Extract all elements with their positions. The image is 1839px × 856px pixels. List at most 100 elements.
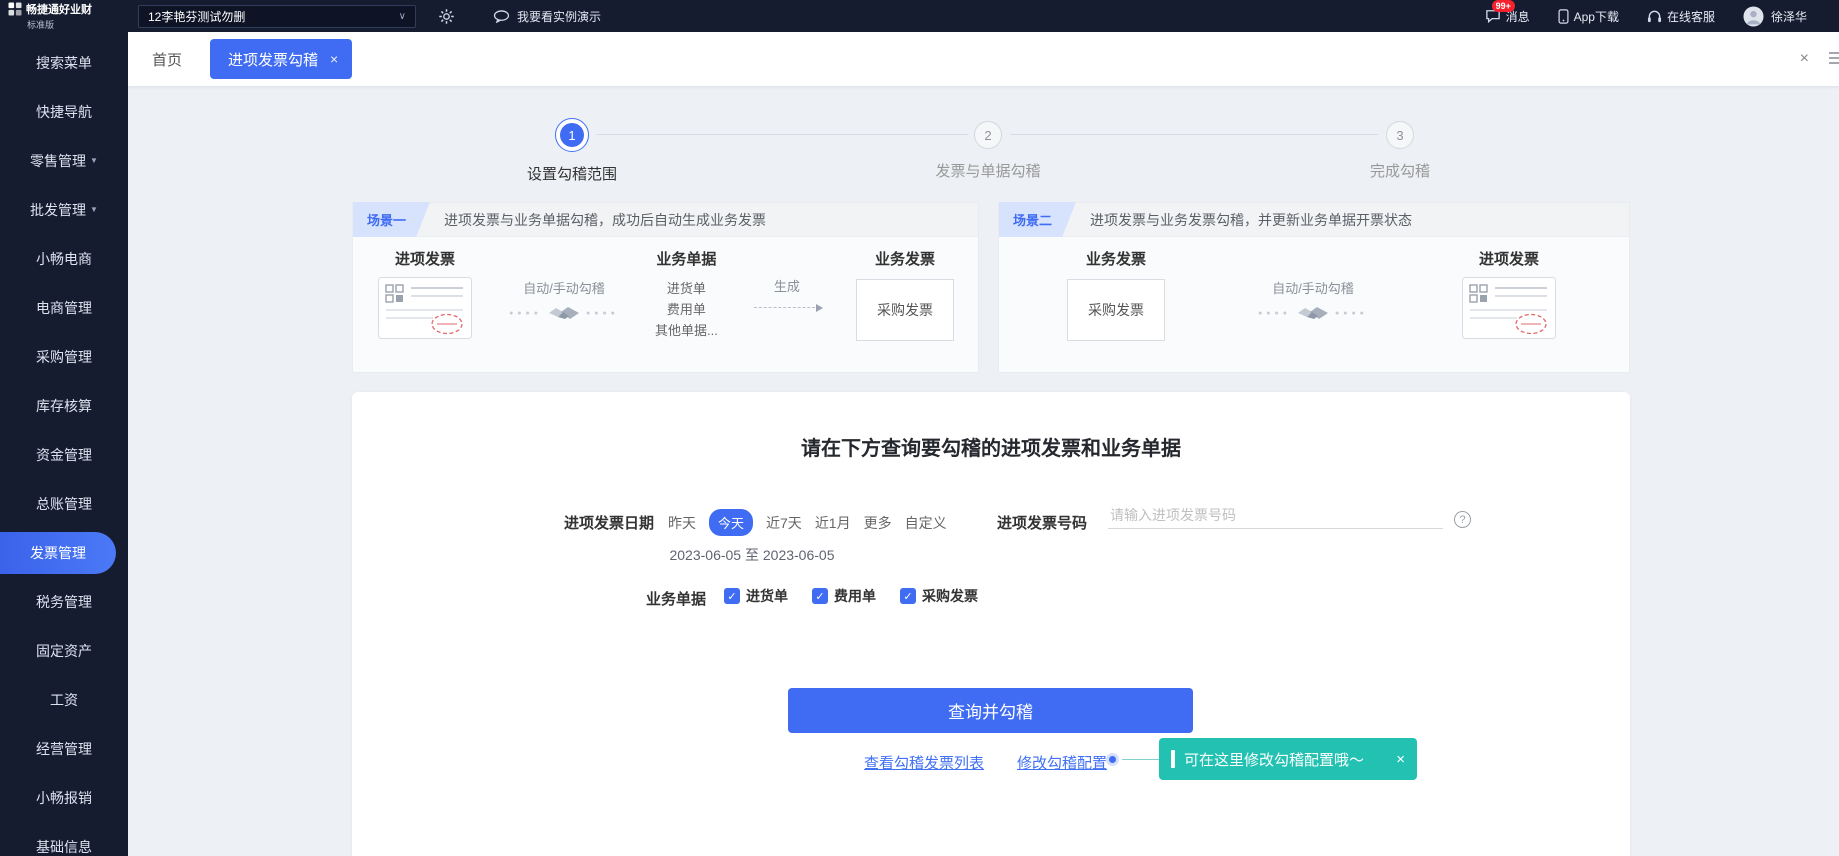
date-option-more[interactable]: 更多 [864,513,892,533]
sidebar-item-general-ledger[interactable]: 总账管理 [0,479,128,528]
sidebar-item-label: 经营管理 [36,740,92,757]
business-invoice-column: 业务发票 采购发票 [1067,248,1165,345]
settings-button[interactable] [438,8,455,25]
demo-link[interactable]: 我要看实例演示 [493,8,601,25]
date-option-last-month[interactable]: 近1月 [815,513,851,533]
sidebar-item-label: 采购管理 [36,348,92,365]
sidebar-item-label: 发票管理 [30,544,86,561]
scenario-2-header: 场景二 进项发票与业务发票勾稽，并更新业务单据开票状态 [999,202,1629,237]
sidebar-item-label: 资金管理 [36,446,92,463]
input-invoice-column: 进项发票 [1461,248,1557,345]
sidebar-item-label: 电商管理 [36,299,92,316]
scenario-1-body: 进项发票 自动/手动勾稽 ●●●● ●●●● 业务单据 进货单 费用单 其他单据… [353,237,978,345]
close-icon[interactable]: × [1800,50,1809,68]
invoice-number-input[interactable] [1108,502,1443,529]
sidebar-item-search-menu[interactable]: 搜索菜单 [0,38,128,87]
phone-icon [1558,8,1569,24]
help-icon[interactable]: ? [1454,511,1471,528]
close-icon[interactable]: × [330,51,338,67]
handshake-icon [1298,307,1328,319]
sidebar-item-wholesale[interactable]: 批发管理 ▼ [0,185,128,234]
step-3-finish: 3 完成勾稽 [1300,118,1500,181]
topbar-right: 99+ 消息 App下载 在线客服 徐泽华 [1485,0,1839,27]
app-download-button[interactable]: App下载 [1558,8,1619,25]
date-option-custom[interactable]: 自定义 [905,513,947,533]
tooltip-close-icon[interactable]: × [1396,751,1405,768]
tab-input-invoice-matching[interactable]: 进项发票勾稽 × [210,39,353,79]
sidebar-item-label: 库存核算 [36,397,92,414]
sidebar-item-xiaochang-estore[interactable]: 小畅电商 [0,234,128,283]
invoice-date-label: 进项发票日期 [563,515,654,532]
checkbox-purchase-order[interactable]: ✓ 进货单 [724,586,788,606]
sidebar-item-xiaochang-expense[interactable]: 小畅报销 [0,773,128,822]
sidebar-item-funds[interactable]: 资金管理 [0,430,128,479]
config-tooltip: 可在这里修改勾稽配置哦～ × [1159,738,1417,780]
handshake-icon [549,307,579,319]
sidebar-item-purchasing[interactable]: 采购管理 [0,332,128,381]
date-option-today-selected[interactable]: 今天 [709,509,754,536]
app-window: 畅捷通好业财 标准版 12李艳芬测试勿删 ∨ 我要看实例演示 99+ 消息 Ap… [0,0,1839,856]
sidebar-item-label: 小畅报销 [36,789,92,806]
checkbox-expense-order[interactable]: ✓ 费用单 [812,586,876,606]
view-matched-invoice-list-link[interactable]: 查看勾稽发票列表 [864,752,984,773]
sidebar-item-invoice-management[interactable]: 发票管理 [0,531,116,574]
app-edition: 标准版 [27,20,55,30]
online-service-button[interactable]: 在线客服 [1647,8,1715,25]
tab-label: 进项发票勾稽 [228,51,319,69]
tab-list-icon[interactable] [1828,50,1839,71]
sidebar-item-label: 基础信息 [36,838,92,855]
sidebar-item-payroll[interactable]: 工资 [0,675,128,724]
sidebar: 搜索菜单 快捷导航 零售管理 ▼ 批发管理 ▼ 小畅电商 电商管理 采购管理 库存核… [0,32,128,856]
demo-label: 我要看实例演示 [517,9,602,24]
sidebar-item-ecommerce[interactable]: 电商管理 [0,283,128,332]
sidebar-item-quick-nav[interactable]: 快捷导航 [0,87,128,136]
column-title: 业务发票 [1085,251,1146,268]
sidebar-item-label: 固定资产 [36,642,92,659]
sidebar-item-operations[interactable]: 经营管理 [0,724,128,773]
step-number: 1 [560,123,584,147]
step-circle-active: 1 [555,118,589,152]
business-docs-options: ✓ 进货单 ✓ 费用单 ✓ 采购发票 [724,586,978,606]
company-select[interactable]: 12李艳芬测试勿删 ∨ [138,4,416,28]
checkbox-label: 采购发票 [922,588,978,604]
sidebar-item-fixed-assets[interactable]: 固定资产 [0,626,128,675]
checkbox-purchase-invoice[interactable]: ✓ 采购发票 [900,586,978,606]
sidebar-item-basic-info[interactable]: 基础信息 [0,822,128,856]
scenario-card-1: 场景一 进项发票与业务单据勾稽，成功后自动生成业务发票 进项发票 自动/手动勾稽… [352,202,979,373]
date-option-yesterday[interactable]: 昨天 [668,513,696,533]
query-and-match-button[interactable]: 查询并勾稽 [788,688,1193,733]
match-label: 自动/手动勾稽 [523,281,605,296]
chevron-down-icon: ∨ [398,10,406,22]
panel-title: 请在下方查询要勾稽的进项发票和业务单据 [801,438,1181,460]
purchase-invoice-box: 采购发票 [1067,279,1165,341]
column-title: 业务发票 [874,251,935,268]
sidebar-item-tax[interactable]: 税务管理 [0,577,128,626]
sidebar-item-label: 总账管理 [36,495,92,512]
step-1-set-scope: 1 设置勾稽范围 [472,118,672,184]
user-avatar-icon [1743,5,1764,27]
apps-grid-icon [8,2,22,16]
match-connector: 自动/手动勾稽 ●●●● ●●●● [1258,248,1368,345]
doc-type: 进货单 [666,281,706,296]
messages-badge: 99+ [1491,0,1515,13]
sidebar-item-inventory[interactable]: 库存核算 [0,381,128,430]
date-range-text: 2023-06-05 至 2023-06-05 [669,547,835,563]
username: 徐泽华 [1770,9,1807,24]
generate-connector: 生成 [753,248,823,345]
edit-match-config-link[interactable]: 修改勾稽配置 [1017,752,1107,773]
tab-home[interactable]: 首页 [152,49,182,70]
dots-trail: ●●●● [1335,309,1368,317]
invoice-icon [1462,277,1556,339]
date-range-options: 昨天 今天 近7天 近1月 更多 自定义 [668,509,947,536]
doc-type: 其他单据... [655,323,718,338]
sidebar-item-retail[interactable]: 零售管理 ▼ [0,136,128,185]
checkbox-checked-icon: ✓ [812,588,828,604]
messages-button[interactable]: 99+ 消息 [1485,0,1530,25]
user-menu[interactable]: 徐泽华 [1743,5,1807,27]
doc-type: 费用单 [666,302,706,317]
checkbox-checked-icon: ✓ [724,588,740,604]
app-download-label: App下载 [1573,9,1619,24]
date-option-last-7-days[interactable]: 近7天 [766,513,802,533]
scenario-2-body: 业务发票 采购发票 自动/手动勾稽 ●●●● ●●●● 进项发票 [999,237,1629,345]
tab-bar: 首页 进项发票勾稽 × × [128,32,1839,86]
